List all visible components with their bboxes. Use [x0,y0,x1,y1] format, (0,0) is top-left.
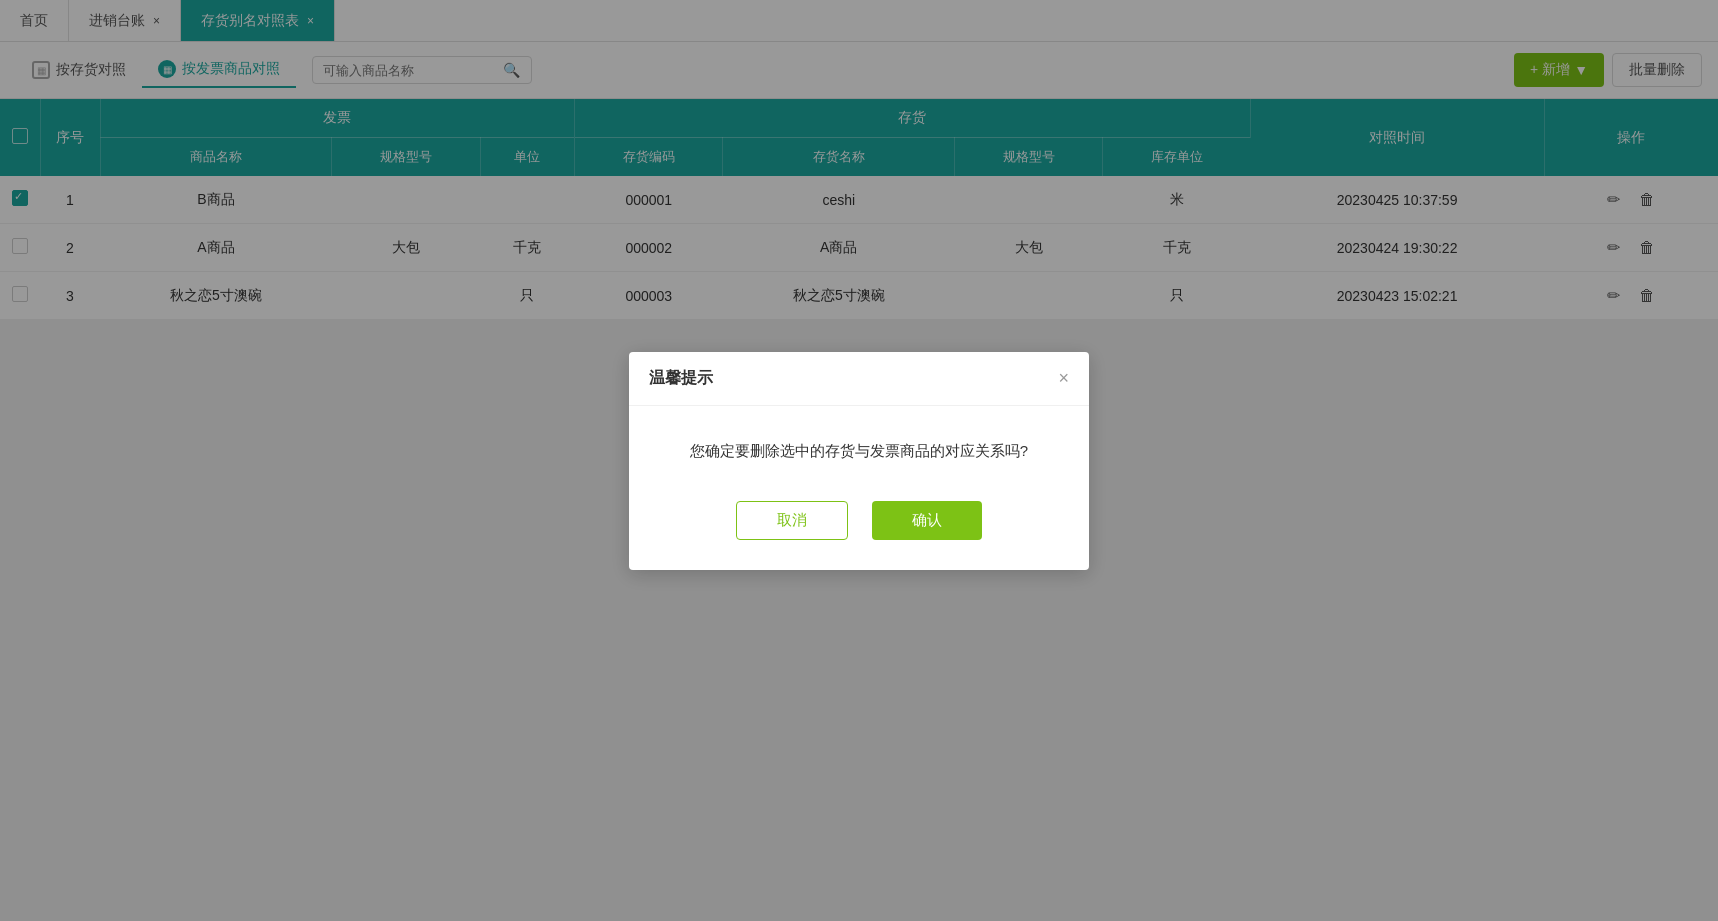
dialog-overlay: 温馨提示 × 您确定要删除选中的存货与发票商品的对应关系吗? 取消 确认 [0,0,1718,320]
